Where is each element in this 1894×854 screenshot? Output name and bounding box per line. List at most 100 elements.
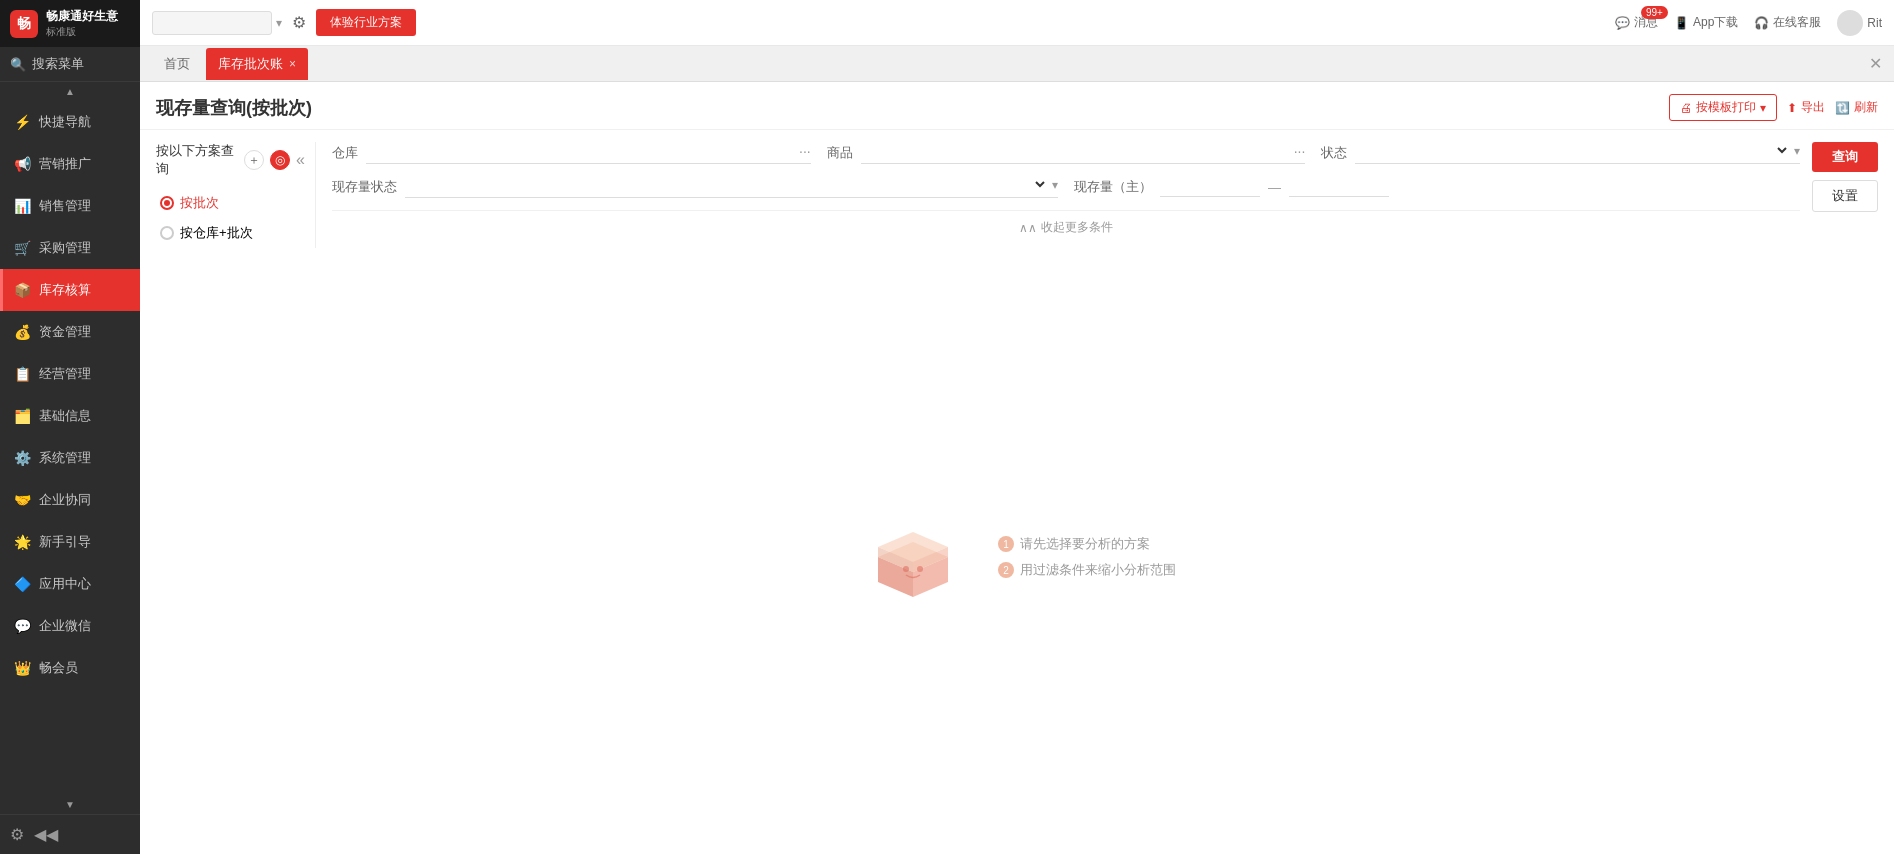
scheme-option-label: 按仓库+批次 xyxy=(180,224,253,242)
sidebar-item-quick-nav[interactable]: ⚡ 快捷导航 xyxy=(0,101,140,143)
collapse-sidebar-icon[interactable]: ◀◀ xyxy=(34,825,58,844)
filter-stock-qty: 现存量（主） — xyxy=(1074,177,1800,197)
messages-badge: 99+ xyxy=(1641,6,1668,19)
warehouse-label: 仓库 xyxy=(332,144,358,162)
status-label: 状态 xyxy=(1321,144,1347,162)
sidebar-item-newbie[interactable]: 🌟 新手引导 xyxy=(0,521,140,563)
radio-warehouse-batch xyxy=(160,226,174,240)
breadcrumb-input[interactable] xyxy=(152,11,272,35)
tabbar: 首页 库存批次账 × ✕ xyxy=(140,46,1894,82)
print-dropdown-icon[interactable]: ▾ xyxy=(1760,101,1766,115)
page-header-actions: 🖨 按模板打印 ▾ ⬆ 导出 🔃 刷新 xyxy=(1669,94,1878,121)
search-menu[interactable]: 🔍 搜索菜单 xyxy=(0,47,140,82)
print-btn[interactable]: 🖨 按模板打印 ▾ xyxy=(1669,94,1777,121)
hint-text-2: 用过滤条件来缩小分析范围 xyxy=(1020,561,1176,579)
sidebar-item-label: 畅会员 xyxy=(39,659,78,677)
empty-hint-2: 2 用过滤条件来缩小分析范围 xyxy=(998,561,1176,579)
settings-icon[interactable]: ⚙ xyxy=(10,825,24,844)
sidebar-item-appstore[interactable]: 🔷 应用中心 xyxy=(0,563,140,605)
empty-hint-1: 1 请先选择要分析的方案 xyxy=(998,535,1176,553)
main-area: ▾ ⚙ 体验行业方案 💬 消息 99+ 📱 App下载 🎧 在线客服 Rit xyxy=(140,0,1894,854)
sidebar-item-sales[interactable]: 📊 销售管理 xyxy=(0,185,140,227)
add-scheme-btn[interactable]: ＋ xyxy=(244,150,264,170)
sidebar-item-member[interactable]: 👑 畅会员 xyxy=(0,647,140,689)
sidebar-item-label: 营销推广 xyxy=(39,155,91,173)
refresh-btn[interactable]: 🔃 刷新 xyxy=(1835,99,1878,116)
empty-box-svg xyxy=(858,502,968,612)
sales-icon: 📊 xyxy=(13,197,31,215)
sidebar-item-operation[interactable]: 📋 经营管理 xyxy=(0,353,140,395)
username-label: Rit xyxy=(1867,16,1882,30)
query-btn[interactable]: 查询 xyxy=(1812,142,1878,172)
app-download-btn[interactable]: 📱 App下载 xyxy=(1674,14,1738,31)
scroll-down-btn[interactable]: ▼ xyxy=(0,795,140,814)
goods-input-wrap: ··· xyxy=(861,143,1306,164)
page-title: 现存量查询(按批次) xyxy=(156,96,312,120)
quick-nav-icon: ⚡ xyxy=(13,113,31,131)
customer-service-btn[interactable]: 🎧 在线客服 xyxy=(1754,14,1821,31)
sidebar-item-system[interactable]: ⚙️ 系统管理 xyxy=(0,437,140,479)
scheme-settings-btn[interactable]: ◎ xyxy=(270,150,290,170)
enterprise-icon: 🤝 xyxy=(13,491,31,509)
status-select[interactable] xyxy=(1355,142,1790,159)
sidebar-item-purchase[interactable]: 🛒 采购管理 xyxy=(0,227,140,269)
messages-btn[interactable]: 💬 消息 99+ xyxy=(1615,14,1658,31)
scheme-option-warehouse-batch[interactable]: 按仓库+批次 xyxy=(156,218,305,248)
filter-stock-status: 现存量状态 ▾ xyxy=(332,176,1058,198)
sidebar-item-inventory[interactable]: 📦 库存核算 xyxy=(0,269,140,311)
sidebar-item-label: 资金管理 xyxy=(39,323,91,341)
stock-qty-min-input[interactable] xyxy=(1160,177,1260,197)
user-avatar-btn[interactable]: Rit xyxy=(1837,10,1882,36)
filter-warehouse: 仓库 ··· xyxy=(332,143,811,164)
tab-inventory-batch[interactable]: 库存批次账 × xyxy=(206,48,308,80)
sidebar-title-block: 畅康通好生意 标准版 xyxy=(46,8,118,39)
page-content: 现存量查询(按批次) 🖨 按模板打印 ▾ ⬆ 导出 🔃 刷新 xyxy=(140,82,1894,854)
warehouse-input-wrap: ··· xyxy=(366,143,811,164)
trial-btn[interactable]: 体验行业方案 xyxy=(316,9,416,36)
svg-point-7 xyxy=(917,566,923,572)
tab-close-icon[interactable]: × xyxy=(289,57,296,71)
stock-status-select[interactable] xyxy=(405,176,1048,193)
member-icon: 👑 xyxy=(13,659,31,677)
topbar-gear-icon[interactable]: ⚙ xyxy=(292,13,306,32)
filter-row-1: 仓库 ··· 商品 ··· 状态 xyxy=(332,142,1800,164)
scheme-option-batch[interactable]: 按批次 xyxy=(156,188,305,218)
sidebar-item-label: 企业协同 xyxy=(39,491,91,509)
sidebar-item-label: 采购管理 xyxy=(39,239,91,257)
goods-more-icon[interactable]: ··· xyxy=(1294,143,1306,159)
sidebar-item-finance[interactable]: 💰 资金管理 xyxy=(0,311,140,353)
sidebar-item-marketing[interactable]: 📢 营销推广 xyxy=(0,143,140,185)
warehouse-input[interactable] xyxy=(366,143,795,158)
breadcrumb-input-group: ▾ xyxy=(152,11,282,35)
printer-icon: 🖨 xyxy=(1680,101,1692,115)
scroll-up-btn[interactable]: ▲ xyxy=(0,82,140,101)
sidebar-item-wechat[interactable]: 💬 企业微信 xyxy=(0,605,140,647)
breadcrumb-chevron-icon[interactable]: ▾ xyxy=(276,16,282,30)
stock-qty-max-input[interactable] xyxy=(1289,177,1389,197)
filter-scheme-label: 按以下方案查询 xyxy=(156,142,244,178)
tab-home[interactable]: 首页 xyxy=(152,48,202,80)
appstore-icon: 🔷 xyxy=(13,575,31,593)
sidebar-item-enterprise[interactable]: 🤝 企业协同 xyxy=(0,479,140,521)
sidebar-item-basic[interactable]: 🗂️ 基础信息 xyxy=(0,395,140,437)
stock-status-dropdown-icon[interactable]: ▾ xyxy=(1052,178,1058,192)
tab-panel-close-icon[interactable]: ✕ xyxy=(1869,54,1882,73)
sidebar-item-label: 快捷导航 xyxy=(39,113,91,131)
filter-status: 状态 ▾ xyxy=(1321,142,1800,164)
sidebar-item-label: 系统管理 xyxy=(39,449,91,467)
sidebar-item-label: 基础信息 xyxy=(39,407,91,425)
export-btn[interactable]: ⬆ 导出 xyxy=(1787,99,1825,116)
collapse-filter-row[interactable]: ∧∧ 收起更多条件 xyxy=(332,210,1800,244)
goods-input[interactable] xyxy=(861,143,1290,158)
sidebar-company: 畅康通好生意 xyxy=(46,8,118,25)
filter-actions: 查询 设置 xyxy=(1800,142,1878,248)
filter-main: 仓库 ··· 商品 ··· 状态 xyxy=(316,142,1800,248)
page-header: 现存量查询(按批次) 🖨 按模板打印 ▾ ⬆ 导出 🔃 刷新 xyxy=(140,82,1894,130)
wechat-icon: 💬 xyxy=(13,617,31,635)
filter-collapse-btn[interactable]: « xyxy=(296,151,305,169)
warehouse-more-icon[interactable]: ··· xyxy=(799,143,811,159)
system-icon: ⚙️ xyxy=(13,449,31,467)
sidebar-logo: 畅 xyxy=(10,10,38,38)
settings-btn[interactable]: 设置 xyxy=(1812,180,1878,212)
stock-qty-label: 现存量（主） xyxy=(1074,178,1152,196)
